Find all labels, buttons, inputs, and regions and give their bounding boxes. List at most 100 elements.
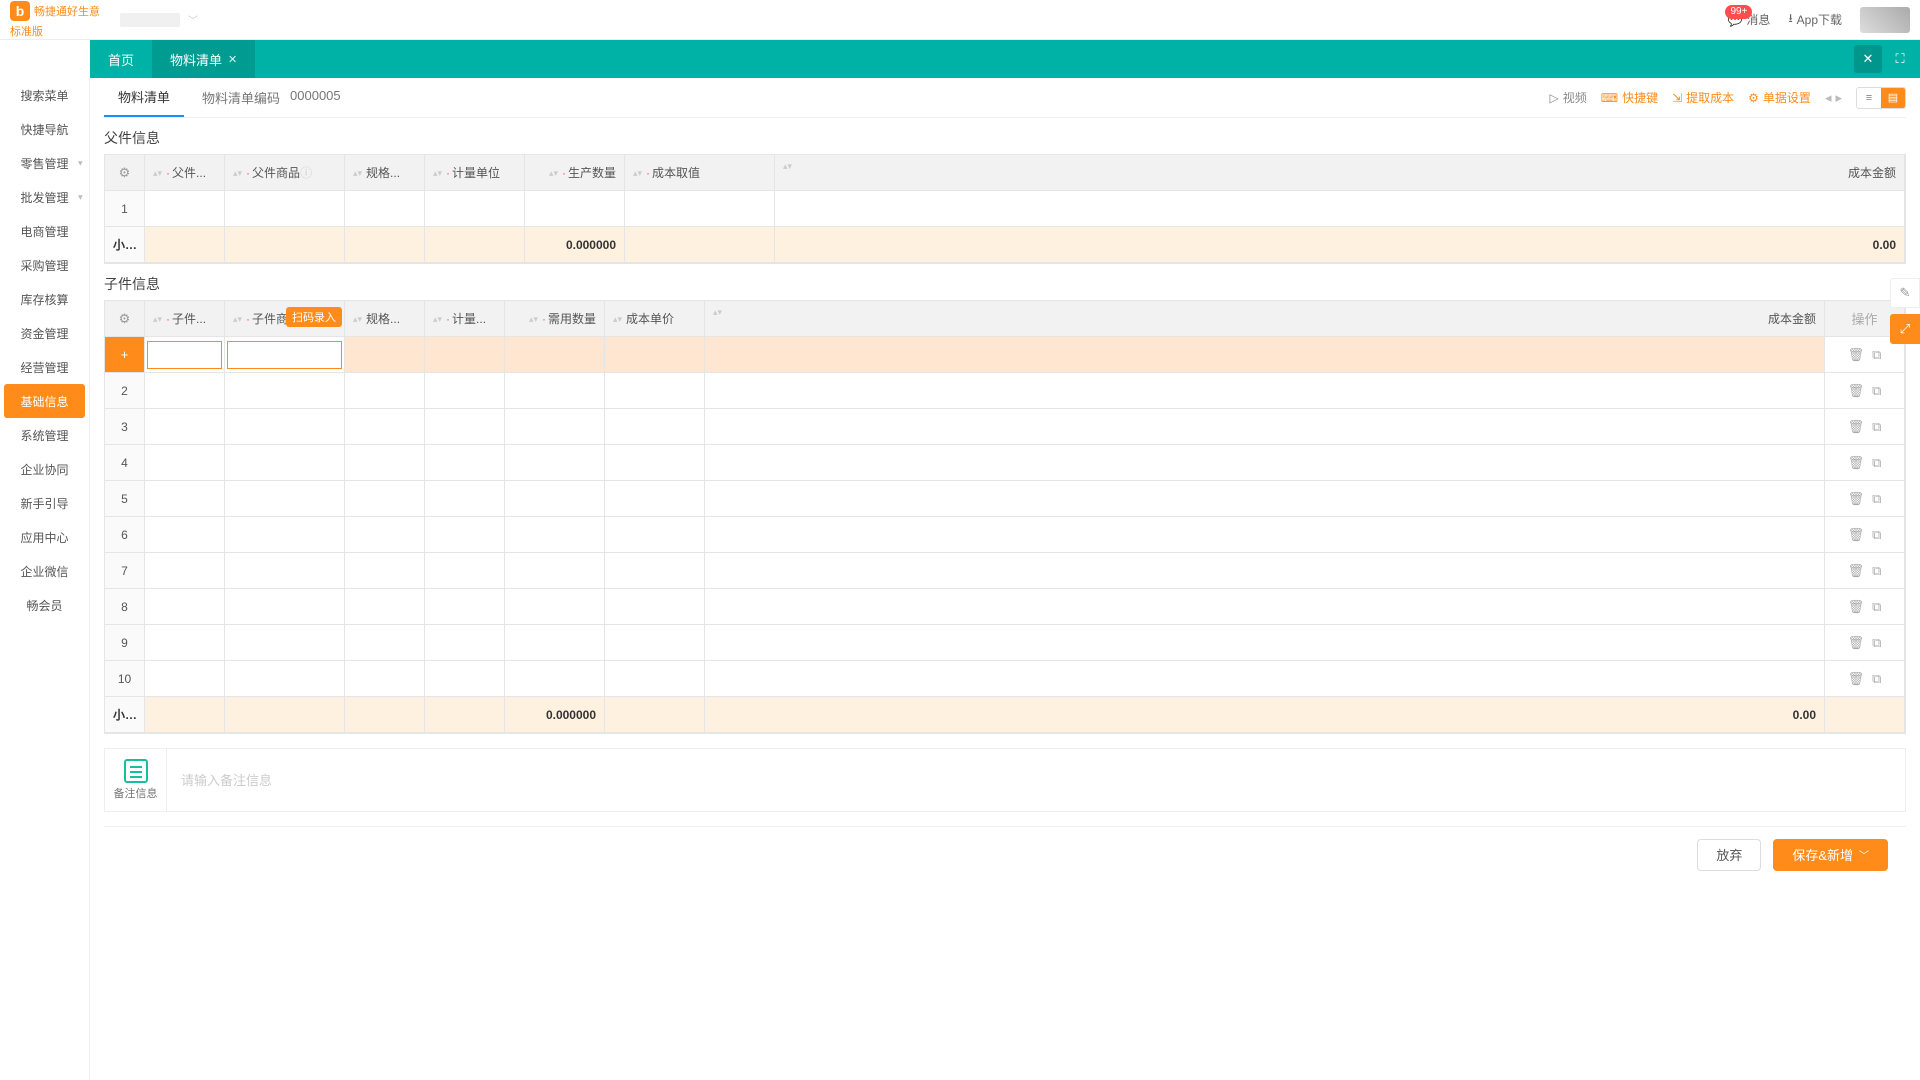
tab-home[interactable]: 首页: [90, 40, 152, 78]
col-child-product[interactable]: ▴▾·子件商扫码录入: [225, 301, 345, 337]
next-doc-icon[interactable]: ▸: [1835, 90, 1842, 106]
table-row[interactable]: 3🗑⧉: [105, 409, 1905, 445]
sidebar-item-14[interactable]: 企业微信: [0, 554, 89, 588]
table-row[interactable]: 8🗑⧉: [105, 589, 1905, 625]
toolbar-video[interactable]: ▷视频: [1549, 89, 1586, 106]
tab-bom[interactable]: 物料清单 ✕: [152, 40, 255, 78]
row-actions: 🗑⧉: [1825, 373, 1905, 409]
sidebar-item-13[interactable]: 应用中心: [0, 520, 89, 554]
delete-icon[interactable]: 🗑: [1848, 347, 1865, 362]
sidebar-item-1[interactable]: 快捷导航: [0, 112, 89, 146]
row-number: 4: [105, 445, 145, 481]
close-icon[interactable]: ✕: [228, 53, 237, 66]
messages-link[interactable]: 💬 消息: [1727, 11, 1770, 28]
org-selector[interactable]: ﹀: [100, 12, 300, 27]
copy-icon[interactable]: ⧉: [1872, 635, 1881, 650]
table-row[interactable]: 2🗑⧉: [105, 373, 1905, 409]
delete-icon[interactable]: 🗑: [1848, 563, 1865, 578]
delete-icon[interactable]: 🗑: [1848, 635, 1865, 650]
child-product-input[interactable]: [227, 341, 342, 369]
copy-icon[interactable]: ⧉: [1872, 563, 1881, 578]
sidebar: 搜索菜单快捷导航零售管理批发管理电商管理采购管理库存核算资金管理经营管理基础信息…: [0, 78, 90, 1080]
toolbar-extract-cost[interactable]: ⇲提取成本: [1672, 89, 1734, 106]
scan-input-badge[interactable]: 扫码录入: [286, 307, 342, 327]
row-actions: 🗑⧉: [1825, 661, 1905, 697]
col-parent-qty[interactable]: ▴▾·生产数量: [525, 155, 625, 191]
float-expand-button[interactable]: ⤢: [1890, 314, 1920, 344]
sidebar-item-9[interactable]: 基础信息: [4, 384, 85, 418]
copy-icon[interactable]: ⧉: [1872, 491, 1881, 506]
col-parent-amount[interactable]: ▴▾成本金额: [775, 155, 1905, 191]
discard-button[interactable]: 放弃: [1697, 839, 1761, 871]
gear-column[interactable]: ⚙: [105, 301, 145, 337]
sidebar-item-10[interactable]: 系统管理: [0, 418, 89, 452]
table-row[interactable]: 9🗑⧉: [105, 625, 1905, 661]
row-actions: 🗑⧉: [1825, 625, 1905, 661]
toolbar-shortcut[interactable]: ⌨快捷键: [1601, 89, 1658, 106]
col-parent-spec[interactable]: ▴▾规格...: [345, 155, 425, 191]
avatar[interactable]: [1860, 7, 1910, 33]
table-row[interactable]: 6🗑⧉: [105, 517, 1905, 553]
delete-icon[interactable]: 🗑: [1848, 455, 1865, 470]
sidebar-item-0[interactable]: 搜索菜单: [0, 78, 89, 112]
table-row[interactable]: + 🗑 ⧉: [105, 337, 1905, 373]
app-download-link[interactable]: ⭳ App下载: [1788, 9, 1842, 30]
delete-icon[interactable]: 🗑: [1848, 419, 1865, 434]
col-child-unit-cost[interactable]: ▴▾成本单价: [605, 301, 705, 337]
sidebar-item-7[interactable]: 资金管理: [0, 316, 89, 350]
view-form-button[interactable]: ▤: [1881, 88, 1905, 108]
toolbar-doc-settings[interactable]: ⚙单据设置: [1748, 89, 1811, 106]
delete-icon[interactable]: 🗑: [1848, 527, 1865, 542]
fullscreen-icon[interactable]: ⛶: [1886, 45, 1914, 73]
col-child-qty[interactable]: ▴▾·需用数量: [505, 301, 605, 337]
col-child-unit[interactable]: ▴▾·计量...: [425, 301, 505, 337]
table-row[interactable]: 10🗑⧉: [105, 661, 1905, 697]
sidebar-item-15[interactable]: 畅会员: [0, 588, 89, 622]
sidebar-item-3[interactable]: 批发管理: [0, 180, 89, 214]
copy-icon[interactable]: ⧉: [1872, 347, 1881, 362]
copy-icon[interactable]: ⧉: [1872, 599, 1881, 614]
add-row-button[interactable]: +: [116, 346, 134, 364]
remark-icon-block: 备注信息: [105, 749, 167, 811]
col-parent-product[interactable]: ▴▾·父件商品ⓘ: [225, 155, 345, 191]
tab-close-all-button[interactable]: ✕: [1854, 45, 1882, 73]
row-number: 7: [105, 553, 145, 589]
sidebar-item-11[interactable]: 企业协同: [0, 452, 89, 486]
tabs-bar: 首页 物料清单 ✕ ✕ ⛶: [0, 40, 1920, 78]
col-child-spec[interactable]: ▴▾规格...: [345, 301, 425, 337]
sidebar-item-4[interactable]: 电商管理: [0, 214, 89, 248]
col-parent-unit[interactable]: ▴▾·计量单位: [425, 155, 525, 191]
sidebar-item-12[interactable]: 新手引导: [0, 486, 89, 520]
copy-icon[interactable]: ⧉: [1872, 383, 1881, 398]
copy-icon[interactable]: ⧉: [1872, 527, 1881, 542]
delete-icon[interactable]: 🗑: [1848, 599, 1865, 614]
child-code-input[interactable]: [147, 341, 222, 369]
copy-icon[interactable]: ⧉: [1872, 419, 1881, 434]
copy-icon[interactable]: ⧉: [1872, 455, 1881, 470]
gear-column[interactable]: ⚙: [105, 155, 145, 191]
col-child-code[interactable]: ▴▾·子件...: [145, 301, 225, 337]
table-row[interactable]: 1: [105, 191, 1905, 227]
sub-tab-bom[interactable]: 物料清单: [104, 78, 184, 117]
parent-section-title: 父件信息: [104, 118, 1906, 154]
sidebar-item-2[interactable]: 零售管理: [0, 146, 89, 180]
delete-icon[interactable]: 🗑: [1848, 491, 1865, 506]
view-list-button[interactable]: ≡: [1857, 88, 1881, 108]
float-edit-button[interactable]: ✎: [1890, 278, 1920, 308]
col-child-amount[interactable]: ▴▾成本金额: [705, 301, 1825, 337]
table-row[interactable]: 4 🗑 ⧉: [105, 445, 1905, 481]
sidebar-item-8[interactable]: 经营管理: [0, 350, 89, 384]
prev-doc-icon[interactable]: ◂: [1825, 90, 1832, 106]
table-row[interactable]: 5🗑⧉: [105, 481, 1905, 517]
sidebar-item-6[interactable]: 库存核算: [0, 282, 89, 316]
table-row[interactable]: 7 🗑 ⧉: [105, 553, 1905, 589]
delete-icon[interactable]: 🗑: [1848, 671, 1865, 686]
row-number: +: [105, 337, 145, 373]
remark-input[interactable]: [181, 773, 1891, 788]
sidebar-item-5[interactable]: 采购管理: [0, 248, 89, 282]
col-parent-cost-source[interactable]: ▴▾·成本取值: [625, 155, 775, 191]
delete-icon[interactable]: 🗑: [1848, 383, 1865, 398]
copy-icon[interactable]: ⧉: [1872, 671, 1881, 686]
col-parent-code[interactable]: ▴▾·父件...: [145, 155, 225, 191]
save-and-new-button[interactable]: 保存&新增﹀: [1773, 839, 1888, 871]
